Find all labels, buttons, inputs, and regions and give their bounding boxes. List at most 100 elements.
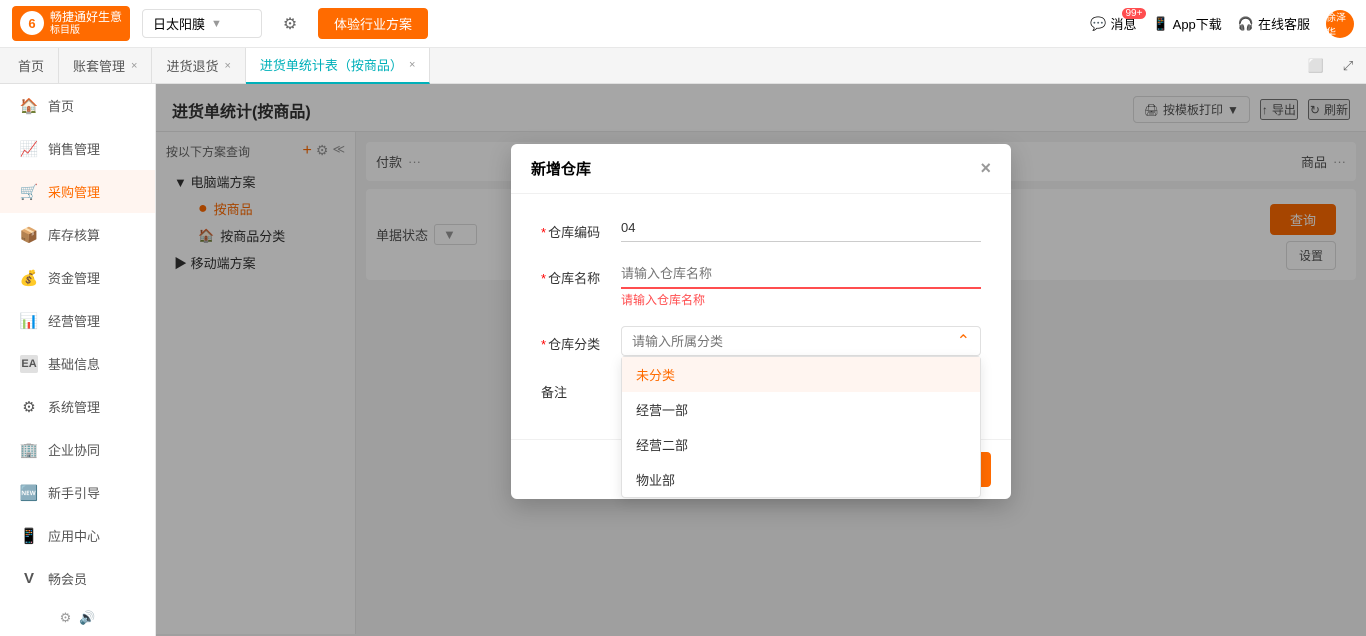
- sidebar-apps-label: 应用中心: [48, 526, 100, 545]
- tab-purchase-return-close[interactable]: ×: [224, 60, 230, 72]
- system-icon: ⚙: [20, 398, 38, 416]
- top-header: 6 畅捷通好生意 标目版 日太阳膜 ▼ ⚙ 体验行业方案 💬 消息 99+ 📱 …: [0, 0, 1366, 48]
- sidebar-item-operation[interactable]: 📊 经营管理: [0, 299, 155, 342]
- finance-icon: 💰: [20, 269, 38, 287]
- gear-icon: ⚙: [283, 14, 297, 34]
- modal-new-warehouse: 新增仓库 × 仓库编码 仓库名称: [511, 144, 1011, 499]
- tab-expand-button[interactable]: ⤢: [1334, 52, 1362, 80]
- sidebar-operation-label: 经营管理: [48, 311, 100, 330]
- member-icon: V: [20, 570, 38, 588]
- app-download-button[interactable]: 📱 App下载: [1152, 14, 1221, 33]
- store-selector[interactable]: 日太阳膜 ▼: [142, 9, 262, 38]
- operation-icon: 📊: [20, 312, 38, 330]
- modal-header: 新增仓库 ×: [511, 144, 1011, 194]
- sidebar-sales-label: 销售管理: [48, 139, 100, 158]
- message-badge: 99+: [1122, 8, 1147, 19]
- tab-purchase-stats[interactable]: 进货单统计表（按商品） ×: [246, 48, 430, 84]
- home-icon: 🏠: [20, 97, 38, 115]
- form-row-name: 仓库名称 请输入仓库名称: [541, 260, 981, 308]
- tab-purchase-stats-label: 进货单统计表（按商品）: [260, 55, 403, 74]
- modal-close-button[interactable]: ×: [980, 158, 991, 179]
- code-field: [621, 214, 981, 242]
- tab-purchase-return-label: 进货退货: [166, 56, 218, 75]
- tab-purchase-stats-close[interactable]: ×: [409, 59, 415, 71]
- basic-icon: EA: [20, 355, 38, 373]
- tab-restore-button[interactable]: ⬜: [1302, 52, 1330, 80]
- sidebar-item-apps[interactable]: 📱 应用中心: [0, 514, 155, 557]
- modal-title: 新增仓库: [531, 158, 591, 179]
- sidebar-item-sales[interactable]: 📈 销售管理: [0, 127, 155, 170]
- modal-body: 仓库编码 仓库名称 请输入仓库名称: [511, 194, 1011, 439]
- logo-icon: 6: [20, 11, 44, 35]
- tab-home[interactable]: 首页: [4, 48, 59, 84]
- tab-account-close[interactable]: ×: [131, 60, 137, 72]
- sidebar-home-label: 首页: [48, 96, 74, 115]
- tab-home-label: 首页: [18, 56, 44, 75]
- phone-icon: 📱: [1152, 16, 1168, 32]
- enterprise-icon: 🏢: [20, 441, 38, 459]
- tab-purchase-return[interactable]: 进货退货 ×: [152, 48, 245, 84]
- tab-bar: 首页 账套管理 × 进货退货 × 进货单统计表（按商品） × ⬜ ⤢: [0, 48, 1366, 84]
- sidebar-item-finance[interactable]: 💰 资金管理: [0, 256, 155, 299]
- inventory-icon: 📦: [20, 226, 38, 244]
- name-error-msg: 请输入仓库名称: [621, 291, 981, 308]
- dropdown-item-0[interactable]: 未分类: [622, 357, 980, 392]
- sidebar-item-system[interactable]: ⚙ 系统管理: [0, 385, 155, 428]
- sidebar-enterprise-label: 企业协同: [48, 440, 100, 459]
- message-button[interactable]: 💬 消息 99+: [1090, 14, 1136, 33]
- sidebar-item-home[interactable]: 🏠 首页: [0, 84, 155, 127]
- form-row-category: 仓库分类 ⌃ 未分类 经营一部 经营二部 物业部: [541, 326, 981, 356]
- sidebar-guide-label: 新手引导: [48, 483, 100, 502]
- chevron-down-icon: ▼: [211, 18, 222, 30]
- sidebar-item-enterprise[interactable]: 🏢 企业协同: [0, 428, 155, 471]
- modal-backdrop: 新增仓库 × 仓库编码 仓库名称: [156, 84, 1366, 636]
- category-toggle-icon[interactable]: ⌃: [957, 331, 970, 351]
- sidebar-item-basic[interactable]: EA 基础信息: [0, 342, 155, 385]
- settings-bottom-icon[interactable]: ⚙: [60, 610, 72, 626]
- tab-bar-controls: ⬜ ⤢: [1302, 52, 1362, 80]
- online-service-button[interactable]: 🎧 在线客服: [1238, 14, 1310, 33]
- code-input[interactable]: [621, 214, 981, 242]
- trial-button[interactable]: 体验行业方案: [318, 8, 428, 39]
- dropdown-item-3[interactable]: 物业部: [622, 462, 980, 497]
- sidebar-item-member[interactable]: V 畅会员: [0, 557, 155, 600]
- sidebar-item-guide[interactable]: 🆕 新手引导: [0, 471, 155, 514]
- category-input[interactable]: [632, 334, 957, 349]
- category-input-wrapper: ⌃: [621, 326, 981, 356]
- guide-icon: 🆕: [20, 484, 38, 502]
- name-input[interactable]: [621, 260, 981, 289]
- apps-icon: 📱: [20, 527, 38, 545]
- sidebar-basic-label: 基础信息: [48, 354, 100, 373]
- sidebar-member-label: 畅会员: [48, 569, 87, 588]
- sidebar-purchase-label: 采购管理: [48, 182, 100, 201]
- sales-icon: 📈: [20, 140, 38, 158]
- avatar: 徐泽华: [1326, 10, 1354, 38]
- sidebar-inventory-label: 库存核算: [48, 225, 100, 244]
- purchase-icon: 🛒: [20, 183, 38, 201]
- sidebar: 🏠 首页 📈 销售管理 🛒 采购管理 📦 库存核算 💰 资金管理 📊 经营管理 …: [0, 84, 156, 636]
- sidebar-finance-label: 资金管理: [48, 268, 100, 287]
- sidebar-item-inventory[interactable]: 📦 库存核算: [0, 213, 155, 256]
- main-layout: 🏠 首页 📈 销售管理 🛒 采购管理 📦 库存核算 💰 资金管理 📊 经营管理 …: [0, 84, 1366, 636]
- name-field: 请输入仓库名称: [621, 260, 981, 308]
- sidebar-item-purchase[interactable]: 🛒 采购管理: [0, 170, 155, 213]
- dropdown-item-2[interactable]: 经营二部: [622, 427, 980, 462]
- speaker-icon[interactable]: 🔊: [79, 610, 95, 626]
- gear-button[interactable]: ⚙: [274, 8, 306, 40]
- header-right: 💬 消息 99+ 📱 App下载 🎧 在线客服 徐泽华: [1090, 10, 1354, 38]
- tab-account-label: 账套管理: [73, 56, 125, 75]
- page-content: 进货单统计(按商品) 🖨 按模板打印 ▼ ↑ 导出 ↻ 刷新: [156, 84, 1366, 636]
- logo-area[interactable]: 6 畅捷通好生意 标目版: [12, 6, 130, 40]
- headset-icon: 🎧: [1238, 16, 1254, 32]
- name-label: 仓库名称: [541, 260, 621, 287]
- dropdown-item-1[interactable]: 经营一部: [622, 392, 980, 427]
- category-field: ⌃ 未分类 经营一部 经营二部 物业部: [621, 326, 981, 356]
- user-profile-button[interactable]: 徐泽华: [1326, 10, 1354, 38]
- logo-text: 畅捷通好生意 标目版: [50, 10, 122, 36]
- category-dropdown: 未分类 经营一部 经营二部 物业部: [621, 356, 981, 498]
- code-label: 仓库编码: [541, 214, 621, 241]
- remark-label: 备注: [541, 374, 621, 401]
- tab-account[interactable]: 账套管理 ×: [59, 48, 152, 84]
- sidebar-bottom: ⚙ 🔊: [0, 600, 155, 636]
- message-icon: 💬: [1090, 16, 1106, 32]
